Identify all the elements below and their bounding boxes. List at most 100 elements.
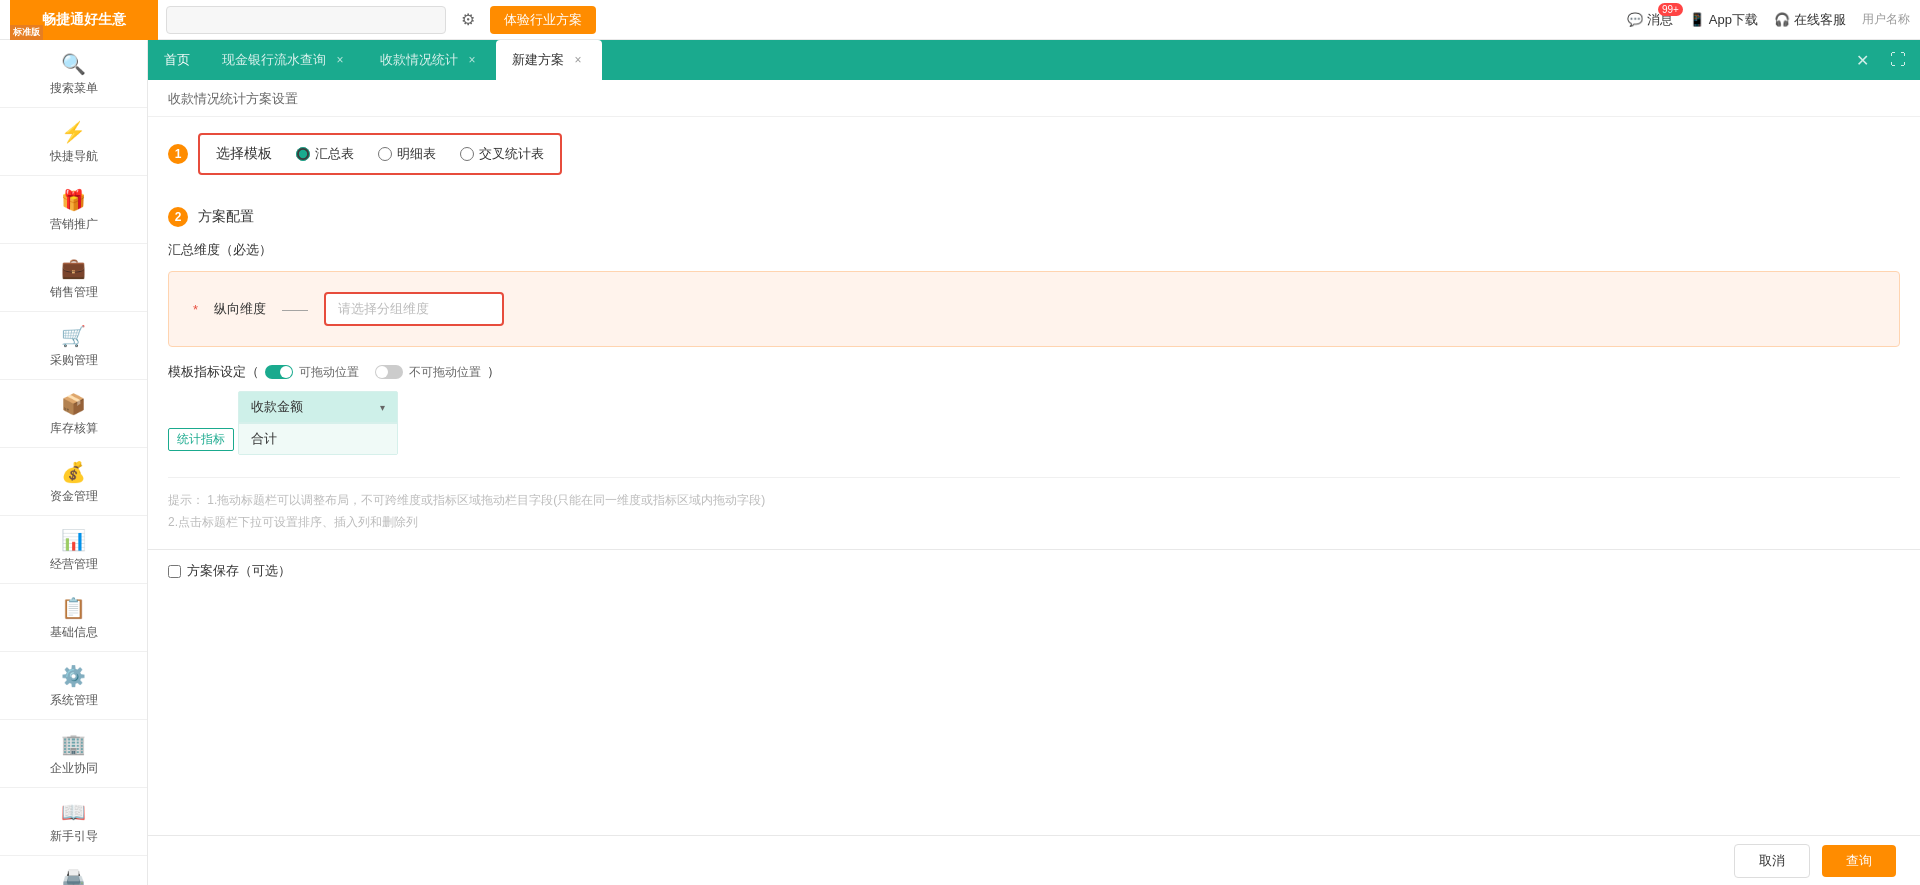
sidebar-item-system[interactable]: ⚙️ 系统管理 bbox=[0, 652, 147, 720]
hardware-icon: 🖨️ bbox=[61, 868, 86, 885]
stats-group-label: 统计指标 bbox=[168, 428, 234, 451]
tab-expand-icon[interactable]: ⛶ bbox=[1884, 46, 1912, 74]
dimension-select[interactable]: 请选择分组维度 bbox=[324, 292, 504, 326]
required-star: * bbox=[193, 302, 198, 317]
basicinfo-icon: 📋 bbox=[61, 596, 86, 620]
finance-icon: 💰 bbox=[61, 460, 86, 484]
sidebar-label-quicknav: 快捷导航 bbox=[50, 148, 98, 165]
tab-receipt-stats[interactable]: 收款情况统计 × bbox=[364, 40, 496, 80]
indicators-section: 统计指标 收款金额 ▾ 合计 bbox=[168, 391, 1900, 457]
tab-bank-flow[interactable]: 现金银行流水查询 × bbox=[206, 40, 364, 80]
sidebar-label-marketing: 营销推广 bbox=[50, 216, 98, 233]
indicators-config-row: 模板指标设定（ 可拖动位置 不可拖动位置 ） bbox=[168, 363, 1900, 381]
sidebar-item-sales[interactable]: 💼 销售管理 bbox=[0, 244, 147, 312]
radio-summary-input[interactable] bbox=[296, 147, 310, 161]
quicknav-icon: ⚡ bbox=[61, 120, 86, 144]
sidebar-item-quicknav[interactable]: ⚡ 快捷导航 bbox=[0, 108, 147, 176]
cancel-button[interactable]: 取消 bbox=[1734, 844, 1810, 878]
radio-summary[interactable]: 汇总表 bbox=[296, 145, 354, 163]
step2-label: 方案配置 bbox=[198, 208, 254, 226]
tab-new-plan-label: 新建方案 bbox=[512, 51, 564, 69]
sidebar-item-hardware[interactable]: 🖨️ 智能硬件 bbox=[0, 856, 147, 885]
sidebar-label-search: 搜索菜单 bbox=[50, 80, 98, 97]
tip-text-2: 2.点击标题栏下拉可设置排序、插入列和删除列 bbox=[168, 512, 418, 534]
save-option-checkbox[interactable]: 方案保存（可选） bbox=[168, 562, 291, 580]
step1-section: 1 选择模板 汇总表 明细表 bbox=[148, 117, 1920, 191]
sidebar-item-marketing[interactable]: 🎁 营销推广 bbox=[0, 176, 147, 244]
purchase-icon: 🛒 bbox=[61, 324, 86, 348]
system-icon: ⚙️ bbox=[61, 664, 86, 688]
sidebar-item-inventory[interactable]: 📦 库存核算 bbox=[0, 380, 147, 448]
radio-crosstab-input[interactable] bbox=[460, 147, 474, 161]
inventory-icon: 📦 bbox=[61, 392, 86, 416]
headset-icon: 🎧 bbox=[1774, 12, 1790, 27]
indicators-label-text: 模板指标设定（ bbox=[168, 363, 259, 381]
sidebar-label-system: 系统管理 bbox=[50, 692, 98, 709]
sidebar-item-guide[interactable]: 📖 新手引导 bbox=[0, 788, 147, 856]
search-input[interactable] bbox=[166, 6, 446, 34]
breadcrumb: 收款情况统计方案设置 bbox=[148, 80, 1920, 117]
chevron-down-icon[interactable]: ▾ bbox=[380, 402, 385, 413]
save-checkbox-label: 方案保存（可选） bbox=[187, 562, 291, 580]
movable-toggle[interactable] bbox=[265, 365, 293, 379]
trial-button[interactable]: 体验行业方案 bbox=[490, 6, 596, 34]
dimension-placeholder: 请选择分组维度 bbox=[338, 301, 429, 316]
stats-row-label: 合计 bbox=[251, 431, 277, 446]
tip-line-1: 提示： 1.拖动标题栏可以调整布局，不可跨维度或指标区域拖动栏目字段(只能在同一… bbox=[168, 490, 1900, 512]
vertical-dimension-label: 纵向维度 bbox=[214, 300, 266, 318]
sidebar-item-finance[interactable]: 💰 资金管理 bbox=[0, 448, 147, 516]
template-radio-group: 汇总表 明细表 交叉统计表 bbox=[296, 145, 544, 163]
sidebar-item-purchase[interactable]: 🛒 采购管理 bbox=[0, 312, 147, 380]
tab-home[interactable]: 首页 bbox=[148, 40, 206, 80]
dimension-area: * 纵向维度 —— 请选择分组维度 bbox=[168, 271, 1900, 347]
sidebar-label-guide: 新手引导 bbox=[50, 828, 98, 845]
page-content: 收款情况统计方案设置 1 选择模板 汇总表 bbox=[148, 80, 1920, 835]
step1-num: 1 bbox=[168, 144, 188, 164]
radio-detail-input[interactable] bbox=[378, 147, 392, 161]
guide-icon: 📖 bbox=[61, 800, 86, 824]
tab-bar-right: ✕ ⛶ bbox=[1848, 46, 1920, 74]
sidebar-label-inventory: 库存核算 bbox=[50, 420, 98, 437]
top-header: 畅捷通好生意 标准版 ⚙ 体验行业方案 💬 消息 99+ 📱 App下载 🎧 在… bbox=[0, 0, 1920, 40]
radio-detail[interactable]: 明细表 bbox=[378, 145, 436, 163]
sidebar-label-enterprise: 企业协同 bbox=[50, 760, 98, 777]
step2-section: 2 方案配置 汇总维度（必选） * 纵向维度 —— bbox=[148, 191, 1920, 549]
sidebar-label-basicinfo: 基础信息 bbox=[50, 624, 98, 641]
sales-icon: 💼 bbox=[61, 256, 86, 280]
tab-close-all-icon[interactable]: ✕ bbox=[1848, 46, 1876, 74]
unmovable-label: 不可拖动位置 bbox=[409, 364, 481, 381]
stats-table-row: 合计 bbox=[239, 423, 397, 454]
service-button[interactable]: 🎧 在线客服 bbox=[1774, 11, 1846, 29]
query-button[interactable]: 查询 bbox=[1822, 845, 1896, 877]
page-footer: 方案保存（可选） bbox=[148, 549, 1920, 592]
tip-line-2: 2.点击标题栏下拉可设置排序、插入列和删除列 bbox=[168, 512, 1900, 534]
tips-area: 提示： 1.拖动标题栏可以调整布局，不可跨维度或指标区域拖动栏目字段(只能在同一… bbox=[168, 477, 1900, 533]
stats-table-header[interactable]: 收款金额 ▾ bbox=[239, 392, 397, 423]
sidebar-label-purchase: 采购管理 bbox=[50, 352, 98, 369]
sidebar-item-enterprise[interactable]: 🏢 企业协同 bbox=[0, 720, 147, 788]
tab-new-plan[interactable]: 新建方案 × bbox=[496, 40, 602, 80]
gear-icon[interactable]: ⚙ bbox=[454, 6, 482, 34]
tab-receipt-stats-close[interactable]: × bbox=[464, 52, 480, 68]
enterprise-icon: 🏢 bbox=[61, 732, 86, 756]
tab-new-plan-close[interactable]: × bbox=[570, 52, 586, 68]
step1-template-box: 选择模板 汇总表 明细表 bbox=[198, 133, 562, 175]
tab-bar: 首页 现金银行流水查询 × 收款情况统计 × 新建方案 × ✕ ⛶ bbox=[148, 40, 1920, 80]
radio-crosstab[interactable]: 交叉统计表 bbox=[460, 145, 544, 163]
sidebar-item-operations[interactable]: 📊 经营管理 bbox=[0, 516, 147, 584]
save-checkbox-input[interactable] bbox=[168, 565, 181, 578]
tab-bank-flow-label: 现金银行流水查询 bbox=[222, 51, 326, 69]
tab-bank-flow-close[interactable]: × bbox=[332, 52, 348, 68]
dimension-row: * 纵向维度 —— 请选择分组维度 bbox=[193, 292, 1875, 326]
sidebar-label-sales: 销售管理 bbox=[50, 284, 98, 301]
notifications-button[interactable]: 💬 消息 99+ bbox=[1627, 11, 1673, 29]
sidebar-item-basicinfo[interactable]: 📋 基础信息 bbox=[0, 584, 147, 652]
operations-icon: 📊 bbox=[61, 528, 86, 552]
sidebar-item-search[interactable]: 🔍 搜索菜单 bbox=[0, 40, 147, 108]
radio-detail-label: 明细表 bbox=[397, 145, 436, 163]
page-panel: 收款情况统计方案设置 1 选择模板 汇总表 bbox=[148, 80, 1920, 835]
download-button[interactable]: 📱 App下载 bbox=[1689, 11, 1758, 29]
tab-receipt-stats-label: 收款情况统计 bbox=[380, 51, 458, 69]
main-layout: 🔍 搜索菜单 ⚡ 快捷导航 🎁 营销推广 💼 销售管理 🛒 采购管理 📦 库存核… bbox=[0, 40, 1920, 885]
step1-label: 选择模板 bbox=[216, 145, 272, 163]
